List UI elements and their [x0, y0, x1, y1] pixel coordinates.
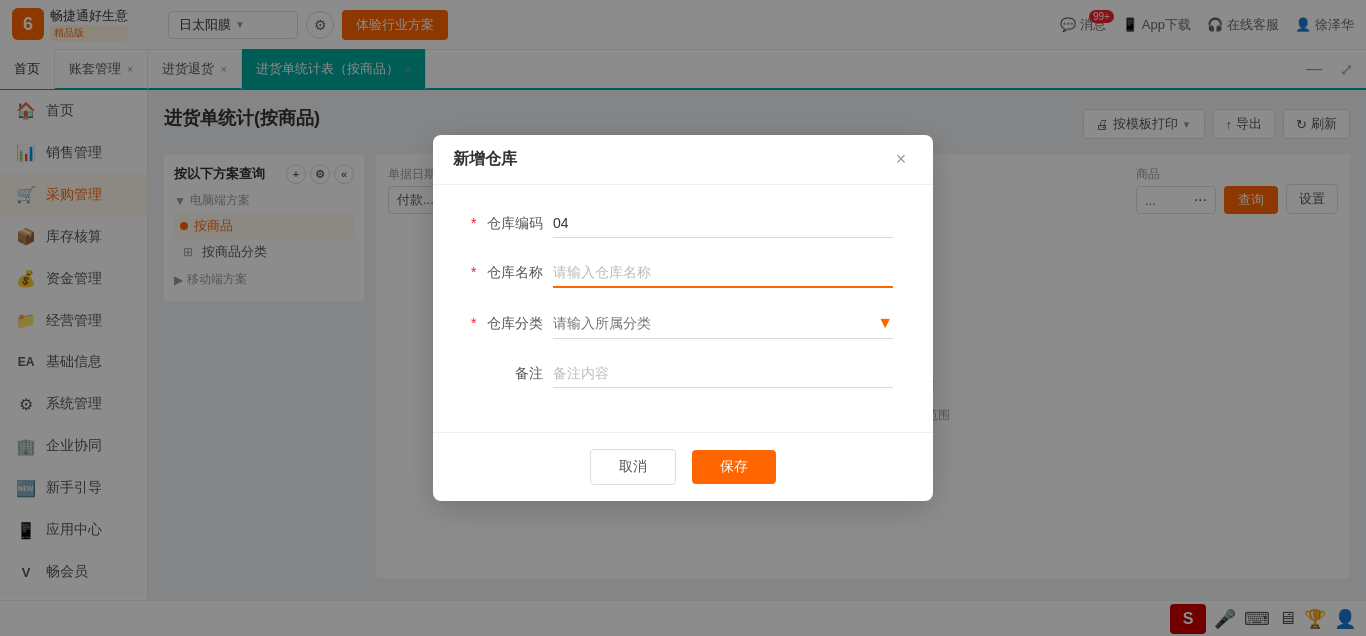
- category-input[interactable]: [553, 315, 877, 331]
- category-label: 仓库分类: [473, 315, 553, 333]
- new-warehouse-modal: 新增仓库 × 仓库编码 仓库名称 仓库分类 ▼: [433, 135, 933, 501]
- modal-body: 仓库编码 仓库名称 仓库分类 ▼ 备注: [433, 185, 933, 432]
- form-row-code: 仓库编码: [473, 209, 893, 238]
- code-input[interactable]: [553, 209, 893, 238]
- name-input[interactable]: [553, 258, 893, 288]
- modal-header: 新增仓库 ×: [433, 135, 933, 185]
- name-label: 仓库名称: [473, 264, 553, 282]
- remark-input[interactable]: [553, 359, 893, 388]
- form-row-name: 仓库名称: [473, 258, 893, 288]
- modal-title: 新增仓库: [453, 149, 517, 170]
- form-row-category: 仓库分类 ▼: [473, 308, 893, 339]
- cancel-button[interactable]: 取消: [590, 449, 676, 485]
- category-select[interactable]: ▼: [553, 308, 893, 339]
- save-button[interactable]: 保存: [692, 450, 776, 484]
- code-label: 仓库编码: [473, 215, 553, 233]
- modal-close-button[interactable]: ×: [889, 148, 913, 172]
- form-row-remark: 备注: [473, 359, 893, 388]
- modal-footer: 取消 保存: [433, 432, 933, 501]
- category-chevron-icon: ▼: [877, 314, 893, 332]
- modal-overlay: 新增仓库 × 仓库编码 仓库名称 仓库分类 ▼: [0, 0, 1366, 636]
- remark-label: 备注: [473, 365, 553, 383]
